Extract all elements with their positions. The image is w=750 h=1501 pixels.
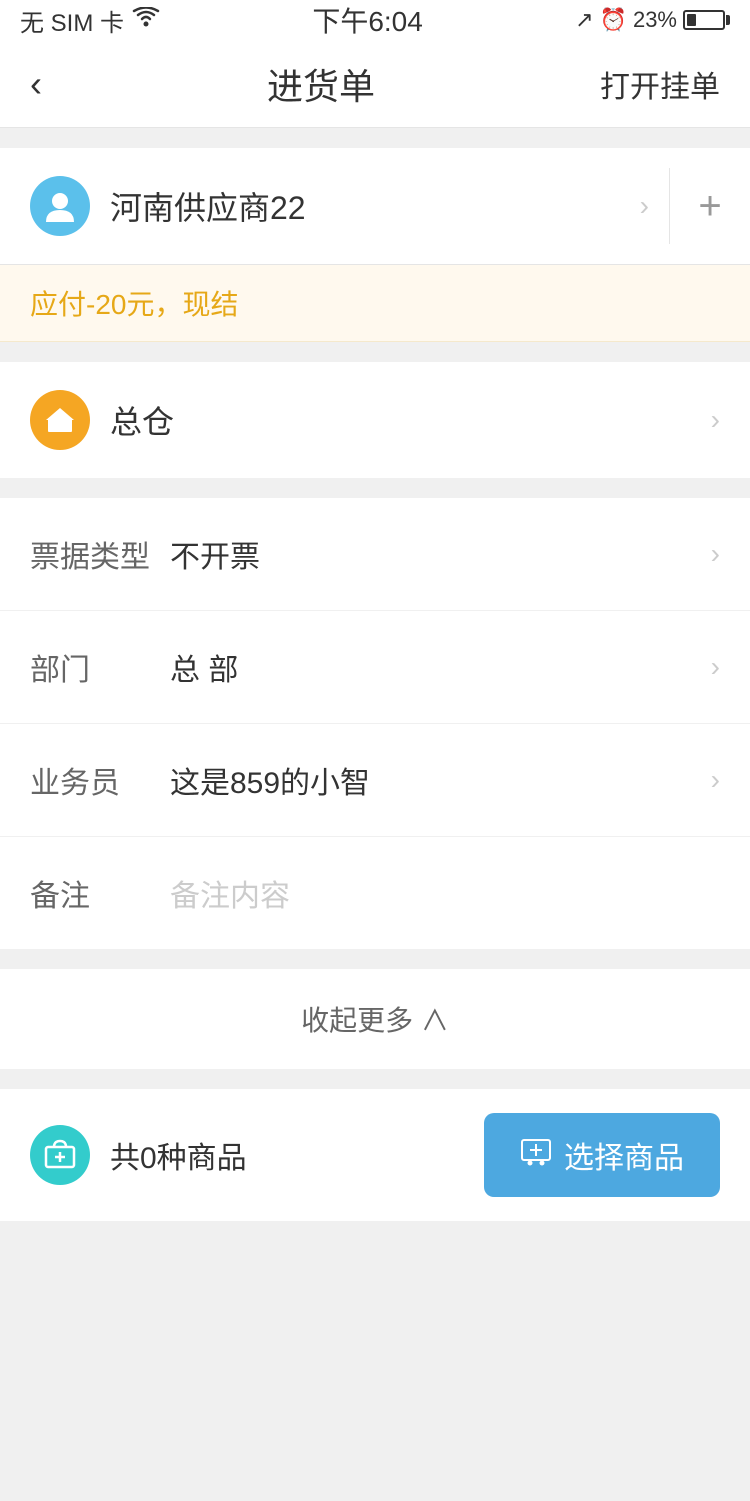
- bottom-content: [0, 1221, 750, 1501]
- status-left: 无 SIM 卡: [20, 3, 160, 38]
- invoice-label: 票据类型: [30, 532, 150, 576]
- remark-label: 备注: [30, 871, 150, 915]
- location-icon: ↗: [575, 7, 593, 33]
- status-bar: 无 SIM 卡 下午6:04 ↗ ⏰ 23%: [0, 0, 750, 40]
- notice-text: 应付-20元，现结: [30, 289, 238, 320]
- chevron-right-dept-icon: ›: [711, 651, 720, 683]
- supplier-row[interactable]: 河南供应商22 ›: [0, 148, 669, 264]
- supplier-avatar: [30, 176, 90, 236]
- gap-1: [0, 128, 750, 148]
- chevron-right-icon: ›: [640, 190, 649, 222]
- status-time: 下午6:04: [312, 0, 423, 40]
- product-icon: [30, 1125, 90, 1185]
- supplier-section: 河南供应商22 › +: [0, 148, 750, 265]
- page-title: 进货单: [267, 58, 375, 110]
- collapse-label: 收起更多 ∧: [301, 999, 449, 1039]
- select-product-button[interactable]: 选择商品: [484, 1113, 720, 1197]
- salesperson-row[interactable]: 业务员 这是859的小智 ›: [0, 724, 750, 837]
- battery-pct: 23%: [633, 7, 677, 33]
- alarm-icon: ⏰: [600, 7, 627, 33]
- battery-icon: [683, 10, 730, 30]
- carrier-label: 无 SIM 卡: [20, 3, 124, 38]
- invoice-value: 不开票: [150, 532, 711, 576]
- form-section: 票据类型 不开票 › 部门 总 部 › 业务员 这是859的小智 › 备注 备注…: [0, 498, 750, 949]
- chevron-right-warehouse-icon: ›: [711, 404, 720, 436]
- back-button[interactable]: ‹: [30, 63, 42, 105]
- nav-bar: ‹ 进货单 打开挂单: [0, 40, 750, 128]
- status-right: ↗ ⏰ 23%: [575, 7, 730, 33]
- dept-value: 总 部: [150, 645, 711, 689]
- notice-bar: 应付-20元，现结: [0, 265, 750, 342]
- cart-icon: [520, 1138, 552, 1173]
- chevron-right-salesperson-icon: ›: [711, 764, 720, 796]
- open-pending-button[interactable]: 打开挂单: [600, 62, 720, 106]
- remark-input[interactable]: 备注内容: [150, 871, 720, 915]
- warehouse-row[interactable]: 总仓 ›: [0, 362, 750, 478]
- wifi-icon: [132, 7, 160, 33]
- dept-row[interactable]: 部门 总 部 ›: [0, 611, 750, 724]
- salesperson-label: 业务员: [30, 758, 150, 802]
- add-supplier-button[interactable]: +: [670, 148, 750, 264]
- select-product-label: 选择商品: [564, 1133, 684, 1177]
- invoice-row[interactable]: 票据类型 不开票 ›: [0, 498, 750, 611]
- remark-row[interactable]: 备注 备注内容: [0, 837, 750, 949]
- dept-label: 部门: [30, 645, 150, 689]
- salesperson-value: 这是859的小智: [150, 758, 711, 802]
- collapse-button[interactable]: 收起更多 ∧: [0, 969, 750, 1069]
- supplier-name: 河南供应商22: [110, 183, 620, 229]
- chevron-right-invoice-icon: ›: [711, 538, 720, 570]
- collapse-section: 收起更多 ∧: [0, 969, 750, 1069]
- warehouse-section: 总仓 ›: [0, 362, 750, 478]
- warehouse-icon: [30, 390, 90, 450]
- warehouse-name: 总仓: [110, 397, 691, 443]
- bottom-bar: 共0种商品 选择商品: [0, 1089, 750, 1221]
- product-count: 共0种商品: [110, 1133, 464, 1177]
